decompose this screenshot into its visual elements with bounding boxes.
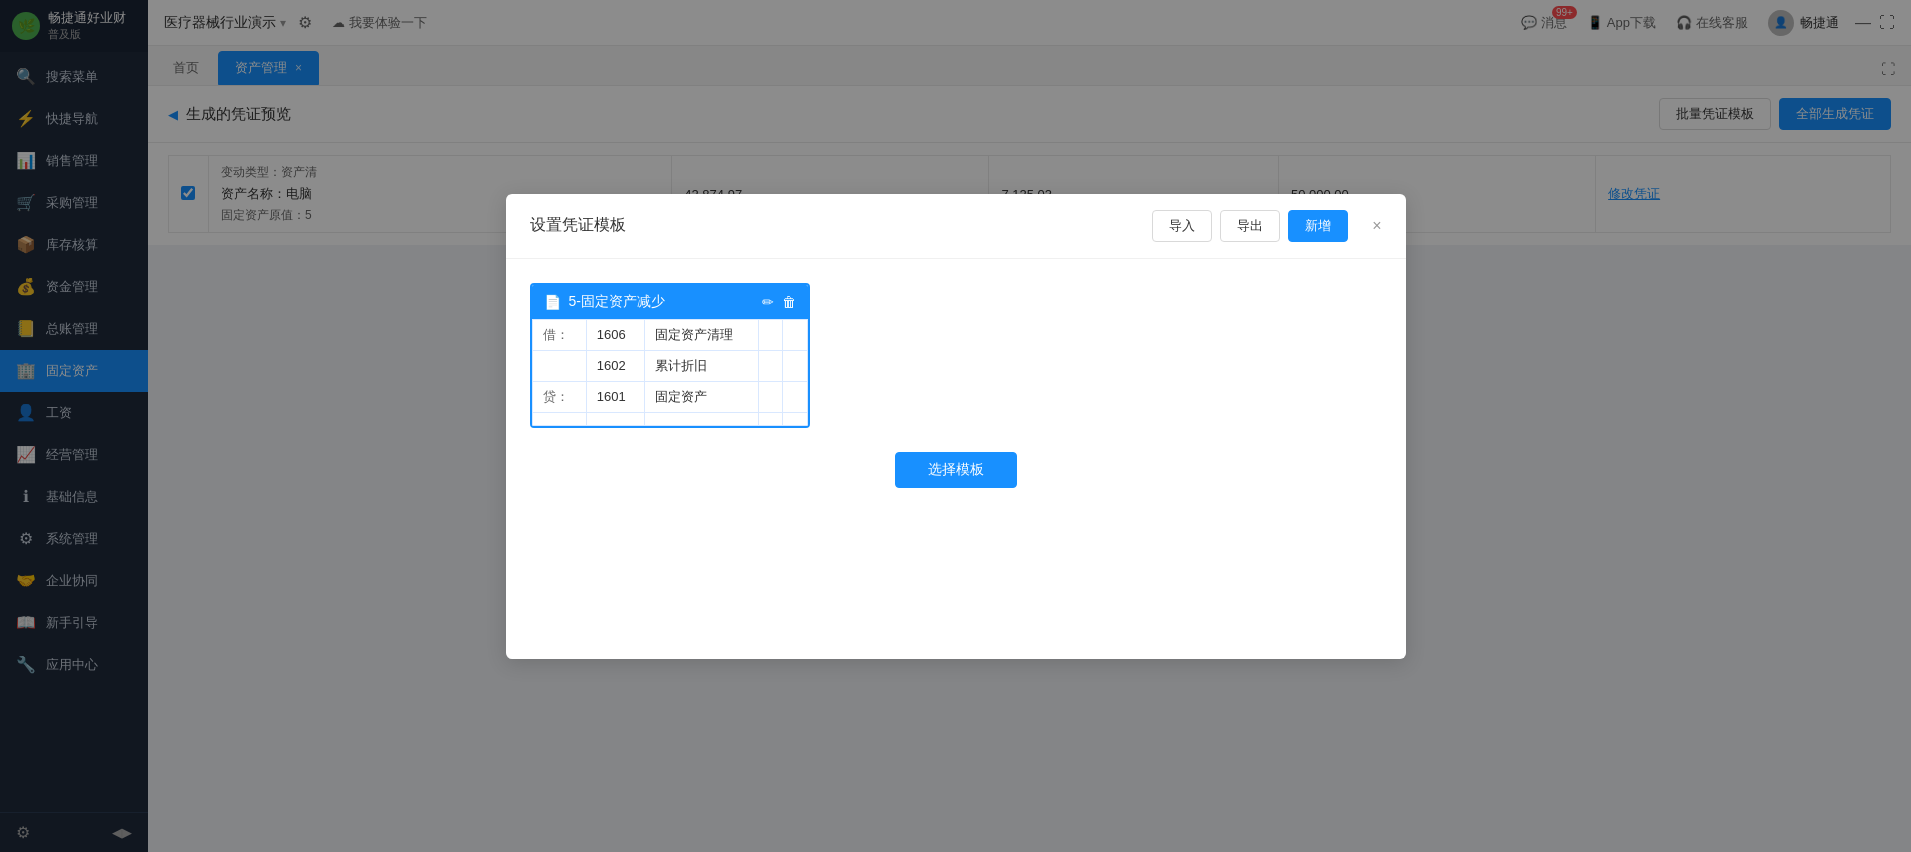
voucher-template-modal: 设置凭证模板 导入 导出 新增 × 📄 5-固定资产减少 (506, 194, 1406, 659)
entry-code-1: 1606 (586, 319, 644, 350)
export-btn[interactable]: 导出 (1220, 210, 1280, 242)
entry-name-1: 固定资产清理 (644, 319, 758, 350)
entry-type-1: 借： (532, 319, 586, 350)
template-id-name: 5-固定资产减少 (569, 293, 665, 311)
entry-type-3: 贷： (532, 381, 586, 412)
modal-actions: 导入 导出 新增 × (1152, 210, 1381, 242)
template-row-1: 借： 1606 固定资产清理 (532, 319, 807, 350)
new-template-btn[interactable]: 新增 (1288, 210, 1348, 242)
template-row-2: 1602 累计折旧 (532, 350, 807, 381)
entry-credit-3 (783, 381, 807, 412)
entry-code-4 (586, 412, 644, 425)
entry-credit-1 (783, 319, 807, 350)
entry-debit-1 (758, 319, 782, 350)
modal-overlay: 设置凭证模板 导入 导出 新增 × 📄 5-固定资产减少 (0, 0, 1911, 852)
entry-name-4 (644, 412, 758, 425)
entry-type-2 (532, 350, 586, 381)
modal-title: 设置凭证模板 (530, 215, 626, 236)
template-row-4 (532, 412, 807, 425)
template-footer: 选择模板 (530, 452, 1382, 488)
template-card-body: 借： 1606 固定资产清理 1602 累计折旧 (532, 319, 808, 426)
select-template-btn[interactable]: 选择模板 (895, 452, 1017, 488)
modal-header: 设置凭证模板 导入 导出 新增 × (506, 194, 1406, 259)
entry-debit-4 (758, 412, 782, 425)
template-header-left: 📄 5-固定资产减少 (544, 293, 665, 311)
entry-credit-2 (783, 350, 807, 381)
modal-body: 📄 5-固定资产减少 ✏ 🗑 借： (506, 259, 1406, 659)
entry-name-3: 固定资产 (644, 381, 758, 412)
template-grid: 📄 5-固定资产减少 ✏ 🗑 借： (530, 283, 1382, 428)
entry-code-3: 1601 (586, 381, 644, 412)
template-card-header: 📄 5-固定资产减少 ✏ 🗑 (532, 285, 808, 319)
template-delete-icon[interactable]: 🗑 (782, 294, 796, 310)
entry-name-2: 累计折旧 (644, 350, 758, 381)
entry-code-2: 1602 (586, 350, 644, 381)
template-doc-icon: 📄 (544, 294, 561, 310)
entry-credit-4 (783, 412, 807, 425)
template-row-3: 贷： 1601 固定资产 (532, 381, 807, 412)
template-edit-icon[interactable]: ✏ (762, 294, 774, 310)
modal-close-btn[interactable]: × (1372, 217, 1381, 235)
template-entries-table: 借： 1606 固定资产清理 1602 累计折旧 (532, 319, 808, 426)
entry-debit-3 (758, 381, 782, 412)
template-card: 📄 5-固定资产减少 ✏ 🗑 借： (530, 283, 810, 428)
import-btn[interactable]: 导入 (1152, 210, 1212, 242)
entry-debit-2 (758, 350, 782, 381)
template-header-actions: ✏ 🗑 (762, 294, 796, 310)
entry-type-4 (532, 412, 586, 425)
